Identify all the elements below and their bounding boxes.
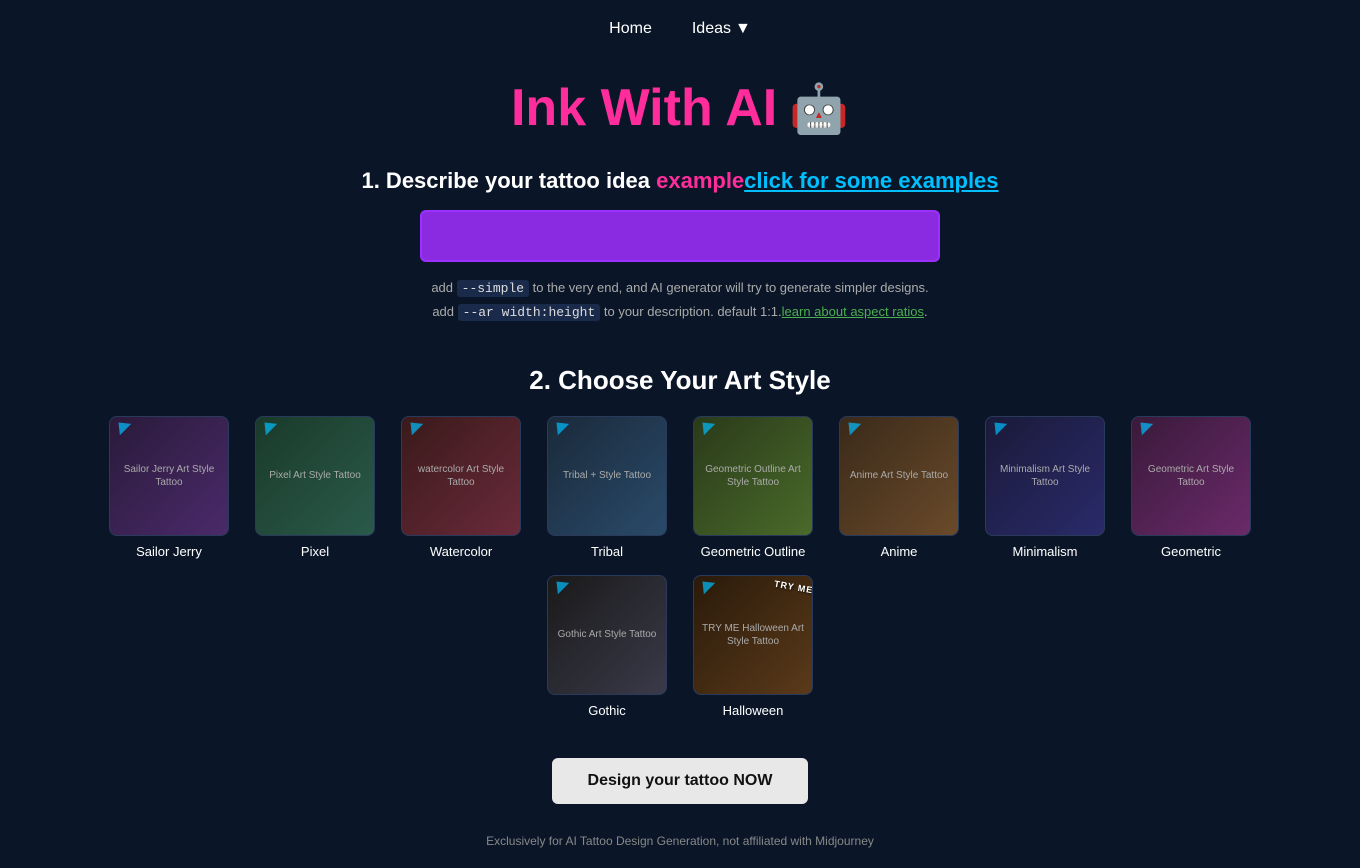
hint-text: add --simple to the very end, and AI gen… [20, 276, 1340, 325]
style-image-minimalism: Minimalism Art Style Tattoo [985, 416, 1105, 536]
nav-ideas[interactable]: Ideas ▼ [692, 20, 751, 38]
tattoo-idea-input[interactable] [420, 210, 940, 262]
hint1-code: --simple [457, 280, 529, 297]
style-name-tribal: Tribal [591, 544, 623, 559]
style-card-halloween[interactable]: TRY ME TRY ME Halloween Art Style Tattoo H… [688, 575, 818, 718]
corner-arrow-icon [259, 417, 277, 435]
style-image-geometric-outline: Geometric Outline Art Style Tattoo [693, 416, 813, 536]
style-card-sailor-jerry[interactable]: Sailor Jerry Art Style Tattoo Sailor Jerr… [104, 416, 234, 559]
navigation: Home Ideas ▼ [0, 0, 1360, 48]
style-image-pixel: Pixel Art Style Tattoo [255, 416, 375, 536]
hero-title: Ink With AI 🤖 [511, 78, 849, 138]
hint1-pre: add [431, 280, 456, 295]
style-name-anime: Anime [881, 544, 918, 559]
corner-arrow-icon [697, 417, 715, 435]
style-image-sailor-jerry: Sailor Jerry Art Style Tattoo [109, 416, 229, 536]
hint2-pre: add [432, 304, 457, 319]
style-card-gothic[interactable]: Gothic Art Style Tattoo Gothic [542, 575, 672, 718]
style-card-pixel[interactable]: Pixel Art Style Tattoo Pixel [250, 416, 380, 559]
design-now-button[interactable]: Design your tattoo NOW [552, 758, 809, 804]
corner-arrow-icon [1135, 417, 1153, 435]
style-card-anime[interactable]: Anime Art Style Tattoo Anime [834, 416, 964, 559]
style-img-text-geometric: Geometric Art Style Tattoo [1132, 459, 1250, 493]
style-img-text-pixel: Pixel Art Style Tattoo [265, 465, 365, 486]
footer-hint: Exclusively for AI Tattoo Design Generat… [0, 834, 1360, 868]
click-examples-link[interactable]: click for some examples [744, 168, 998, 193]
step2-label: 2. Choose Your Art Style [0, 365, 1360, 396]
style-card-watercolor[interactable]: watercolor Art Style Tattoo Watercolor [396, 416, 526, 559]
style-img-text-anime: Anime Art Style Tattoo [846, 465, 952, 486]
style-image-halloween: TRY ME TRY ME Halloween Art Style Tattoo [693, 575, 813, 695]
style-card-minimalism[interactable]: Minimalism Art Style Tattoo Minimalism [980, 416, 1110, 559]
style-img-text-sailor-jerry: Sailor Jerry Art Style Tattoo [110, 459, 228, 493]
aspect-ratio-link[interactable]: learn about aspect ratios [782, 304, 924, 319]
style-image-gothic: Gothic Art Style Tattoo [547, 575, 667, 695]
style-card-tribal[interactable]: Tribal + Style Tattoo Tribal [542, 416, 672, 559]
corner-arrow-icon [405, 417, 423, 435]
style-name-watercolor: Watercolor [430, 544, 492, 559]
nav-ideas-arrow: ▼ [735, 20, 751, 38]
hint1-post: to the very end, and AI generator will t… [529, 280, 929, 295]
style-name-geometric-outline: Geometric Outline [701, 544, 806, 559]
style-image-tribal: Tribal + Style Tattoo [547, 416, 667, 536]
hint2-post: to your description. default 1:1. [600, 304, 781, 319]
nav-home[interactable]: Home [609, 20, 652, 38]
example-link[interactable]: example [656, 168, 744, 193]
style-image-anime: Anime Art Style Tattoo [839, 416, 959, 536]
style-image-geometric: Geometric Art Style Tattoo [1131, 416, 1251, 536]
style-name-halloween: Halloween [723, 703, 784, 718]
style-image-watercolor: watercolor Art Style Tattoo [401, 416, 521, 536]
style-name-pixel: Pixel [301, 544, 329, 559]
hero-section: Ink With AI 🤖 1. Describe your tattoo id… [0, 48, 1360, 335]
step1-text: 1. Describe your tattoo idea [361, 168, 656, 193]
corner-arrow-icon [697, 576, 715, 594]
style-img-text-watercolor: watercolor Art Style Tattoo [402, 459, 520, 493]
corner-arrow-icon [843, 417, 861, 435]
cta-container: Design your tattoo NOW [0, 758, 1360, 804]
style-name-sailor-jerry: Sailor Jerry [136, 544, 202, 559]
style-card-geometric[interactable]: Geometric Art Style Tattoo Geometric [1126, 416, 1256, 559]
style-img-text-geometric-outline: Geometric Outline Art Style Tattoo [694, 459, 812, 493]
style-name-geometric: Geometric [1161, 544, 1221, 559]
hero-title-text: Ink With AI [511, 78, 777, 138]
styles-grid: Sailor Jerry Art Style Tattoo Sailor Jerr… [30, 416, 1330, 738]
style-img-text-halloween: TRY ME Halloween Art Style Tattoo [694, 618, 812, 652]
nav-ideas-label: Ideas [692, 20, 731, 38]
corner-arrow-icon [113, 417, 131, 435]
try-me-badge: TRY ME [774, 578, 813, 595]
robot-icon: 🤖 [789, 80, 849, 137]
hint2-period: . [924, 304, 928, 319]
style-card-geometric-outline[interactable]: Geometric Outline Art Style Tattoo Geomet… [688, 416, 818, 559]
style-name-gothic: Gothic [588, 703, 626, 718]
corner-arrow-icon [989, 417, 1007, 435]
style-img-text-minimalism: Minimalism Art Style Tattoo [986, 459, 1104, 493]
corner-arrow-icon [551, 417, 569, 435]
style-name-minimalism: Minimalism [1013, 544, 1078, 559]
step1-label: 1. Describe your tattoo idea exampleclic… [20, 168, 1340, 194]
style-img-text-gothic: Gothic Art Style Tattoo [554, 624, 661, 645]
corner-arrow-icon [551, 576, 569, 594]
style-img-text-tribal: Tribal + Style Tattoo [559, 465, 655, 486]
hint2-code: --ar width:height [458, 304, 601, 321]
